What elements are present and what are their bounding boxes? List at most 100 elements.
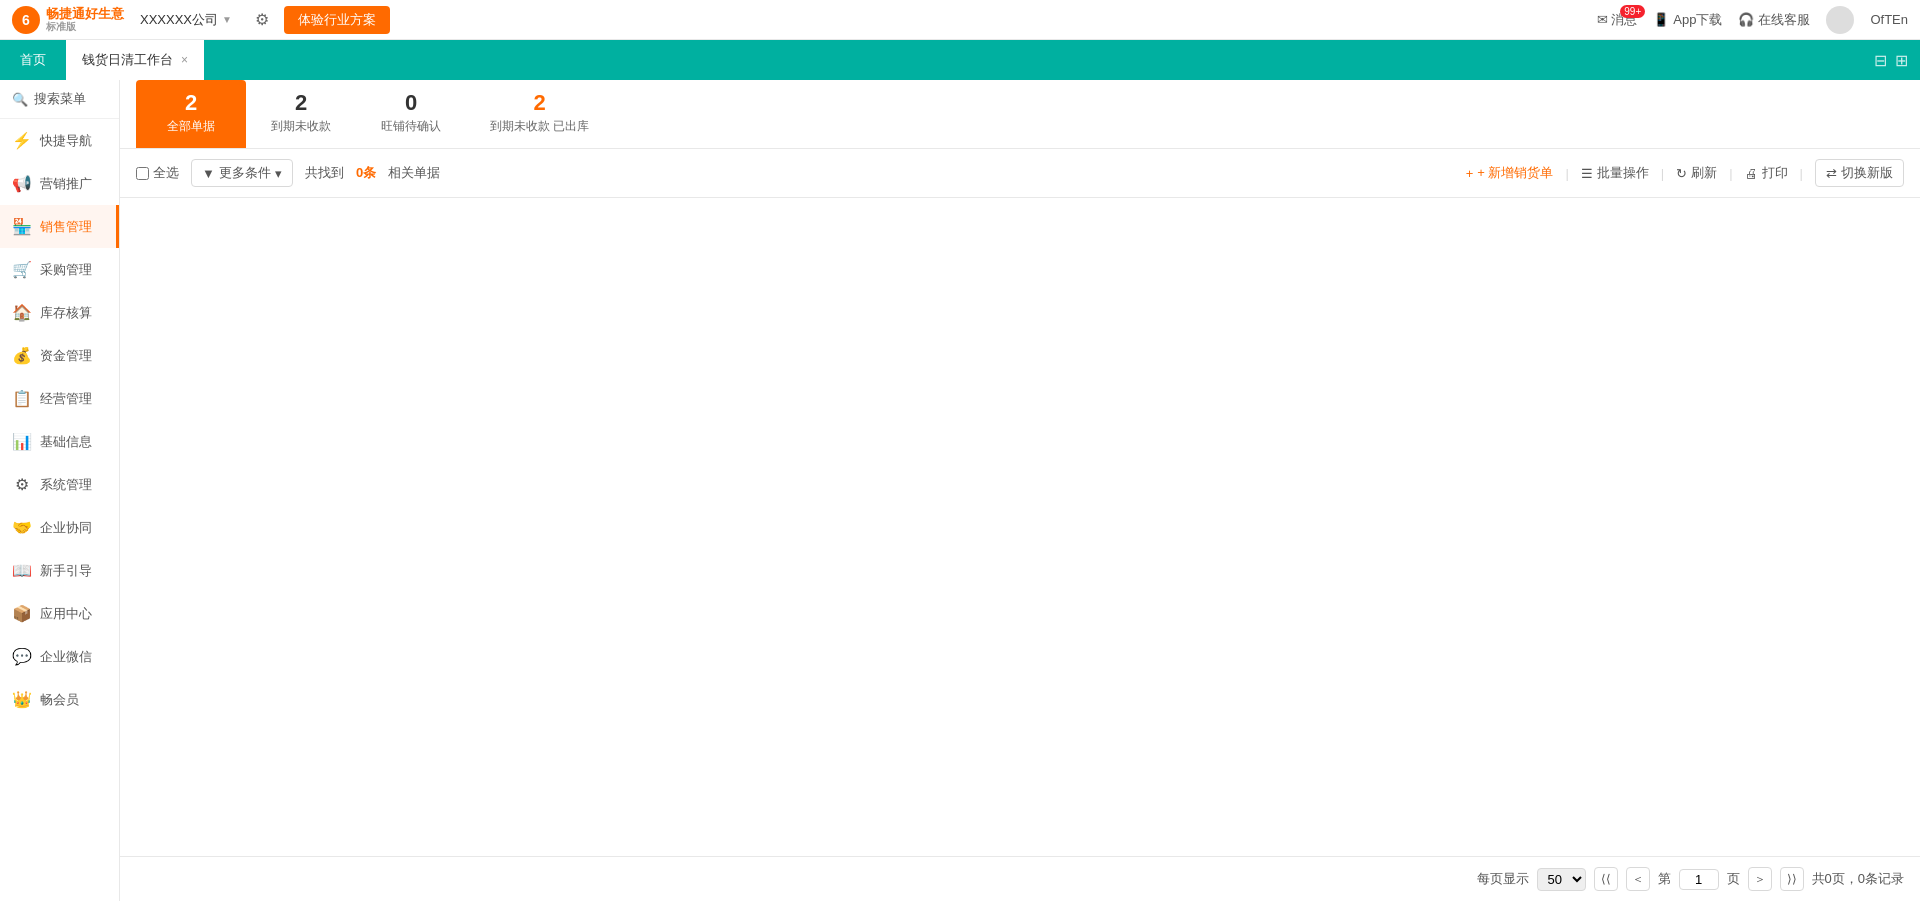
maximize-icon[interactable]: ⊞: [1895, 51, 1908, 70]
tab-home[interactable]: 首页: [0, 40, 66, 80]
company-selector[interactable]: XXXXXX公司 ▼: [132, 11, 240, 29]
sidebar-item-purchase[interactable]: 🛒 采购管理: [0, 248, 119, 291]
sidebar-item-basic-info[interactable]: 📊 基础信息: [0, 420, 119, 463]
sidebar-item-app-center[interactable]: 📦 应用中心: [0, 592, 119, 635]
filter-button[interactable]: ▼ 更多条件 ▾: [191, 159, 293, 187]
refresh-button[interactable]: ↻ 刷新: [1676, 164, 1717, 182]
summary-tab-shipped-count: 2: [534, 90, 546, 116]
summary-tab-shipped[interactable]: 2 到期未收款 已出库: [466, 80, 613, 148]
last-page-button[interactable]: ⟩⟩: [1780, 867, 1804, 891]
inventory-icon: 🏠: [12, 303, 32, 322]
sales-icon: 🏪: [12, 217, 32, 236]
summary-tab-overdue-label: 到期未收款: [271, 118, 331, 135]
prev-page-button[interactable]: ＜: [1626, 867, 1650, 891]
sidebar-item-label-system: 系统管理: [40, 476, 92, 494]
batch-op-button[interactable]: ☰ 批量操作: [1581, 164, 1649, 182]
settings-button[interactable]: ⚙: [248, 6, 276, 34]
sidebar-item-label-finance: 资金管理: [40, 347, 92, 365]
operations-icon: 📋: [12, 389, 32, 408]
message-icon: ✉: [1597, 12, 1608, 27]
new-sale-label: + 新增销货单: [1477, 164, 1553, 182]
sidebar-item-wechat[interactable]: 💬 企业微信: [0, 635, 119, 678]
sidebar-item-operations[interactable]: 📋 经营管理: [0, 377, 119, 420]
sidebar-item-sales[interactable]: 🏪 销售管理: [0, 205, 119, 248]
member-icon: 👑: [12, 690, 32, 709]
user-name[interactable]: OfTEn: [1870, 12, 1908, 27]
user-name-text: OfTEn: [1870, 12, 1908, 27]
message-button[interactable]: ✉ 消息 99+: [1597, 11, 1638, 29]
online-service-label: 在线客服: [1758, 11, 1810, 29]
sidebar-item-label-wechat: 企业微信: [40, 648, 92, 666]
filter-label: 更多条件: [219, 164, 271, 182]
first-page-button[interactable]: ⟨⟨: [1594, 867, 1618, 891]
found-suffix: 相关单据: [388, 164, 440, 182]
new-sale-button[interactable]: + + 新增销货单: [1466, 164, 1554, 182]
app-center-icon: 📦: [12, 604, 32, 623]
select-all-checkbox[interactable]: 全选: [136, 164, 179, 182]
next-page-button[interactable]: ＞: [1748, 867, 1772, 891]
switch-version-button[interactable]: ⇄ 切换新版: [1815, 159, 1904, 187]
select-all-input[interactable]: [136, 167, 149, 180]
separator-1: |: [1565, 166, 1568, 181]
found-count: 0条: [356, 164, 376, 182]
page-size-select[interactable]: 50: [1537, 868, 1586, 891]
separator-2: |: [1661, 166, 1664, 181]
page-input[interactable]: [1679, 869, 1719, 890]
sidebar-item-label-member: 畅会员: [40, 691, 79, 709]
app-download-label: App下载: [1673, 11, 1722, 29]
summary-tab-all-count: 2: [185, 90, 197, 116]
guide-icon: 📖: [12, 561, 32, 580]
quick-nav-icon: ⚡: [12, 131, 32, 150]
sidebar-search-label: 搜索菜单: [34, 90, 86, 108]
service-icon: 🎧: [1738, 12, 1754, 27]
minimize-icon[interactable]: ⊟: [1874, 51, 1887, 70]
toolbar-right: + + 新增销货单 | ☰ 批量操作 | ↻ 刷新 | 🖨 打印 |: [1466, 159, 1904, 187]
sidebar-item-label-basic-info: 基础信息: [40, 433, 92, 451]
sidebar-item-marketing[interactable]: 📢 营销推广: [0, 162, 119, 205]
batch-op-icon: ☰: [1581, 166, 1593, 181]
sidebar-item-enterprise[interactable]: 🤝 企业协同: [0, 506, 119, 549]
app-download-button[interactable]: 📱 App下载: [1653, 11, 1722, 29]
wechat-icon: 💬: [12, 647, 32, 666]
trial-button[interactable]: 体验行业方案: [284, 6, 390, 34]
select-all-label: 全选: [153, 164, 179, 182]
content-area: 2 全部单据 2 到期未收款 0 旺铺待确认 2 到期未收款 已出库 全选: [120, 80, 1920, 901]
online-service-button[interactable]: 🎧 在线客服: [1738, 11, 1810, 29]
filter-icon: ▼: [202, 166, 215, 181]
logo-area: 6 畅捷通好生意 标准版: [12, 6, 124, 34]
print-button[interactable]: 🖨 打印: [1745, 164, 1788, 182]
main-layout: 🔍 搜索菜单 ⚡ 快捷导航 📢 营销推广 🏪 销售管理 🛒 采购管理 🏠 库存核…: [0, 80, 1920, 901]
header-left: 6 畅捷通好生意 标准版 XXXXXX公司 ▼ ⚙ 体验行业方案: [12, 6, 390, 34]
summary-tab-overdue-count: 2: [295, 90, 307, 116]
sidebar-search[interactable]: 🔍 搜索菜单: [0, 80, 119, 119]
sidebar-item-system[interactable]: ⚙ 系统管理: [0, 463, 119, 506]
switch-version-label: 切换新版: [1841, 164, 1893, 182]
sidebar-item-guide[interactable]: 📖 新手引导: [0, 549, 119, 592]
print-icon: 🖨: [1745, 166, 1758, 181]
sidebar-item-quick-nav[interactable]: ⚡ 快捷导航: [0, 119, 119, 162]
chevron-down-icon: ▼: [222, 14, 232, 25]
summary-tab-all-label: 全部单据: [167, 118, 215, 135]
sidebar-item-label-purchase: 采购管理: [40, 261, 92, 279]
purchase-icon: 🛒: [12, 260, 32, 279]
finance-icon: 💰: [12, 346, 32, 365]
basic-info-icon: 📊: [12, 432, 32, 451]
page-size-label: 每页显示: [1477, 870, 1529, 888]
enterprise-icon: 🤝: [12, 518, 32, 537]
sidebar-item-inventory[interactable]: 🏠 库存核算: [0, 291, 119, 334]
found-prefix: 共找到: [305, 164, 344, 182]
tab-current[interactable]: 钱货日清工作台 ×: [66, 40, 204, 80]
summary-tabs: 2 全部单据 2 到期未收款 0 旺铺待确认 2 到期未收款 已出库: [120, 80, 1920, 149]
refresh-icon: ↻: [1676, 166, 1687, 181]
page-label: 第: [1658, 870, 1671, 888]
download-icon: 📱: [1653, 12, 1669, 27]
sidebar-item-member[interactable]: 👑 畅会员: [0, 678, 119, 721]
sidebar-item-finance[interactable]: 💰 资金管理: [0, 334, 119, 377]
avatar[interactable]: [1826, 6, 1854, 34]
tab-close-icon[interactable]: ×: [181, 53, 188, 67]
summary-tab-all[interactable]: 2 全部单据: [136, 80, 246, 148]
tab-current-label: 钱货日清工作台: [82, 51, 173, 69]
summary-tab-overdue[interactable]: 2 到期未收款: [246, 80, 356, 148]
summary-tab-wangpu[interactable]: 0 旺铺待确认: [356, 80, 466, 148]
summary-tab-wangpu-label: 旺铺待确认: [381, 118, 441, 135]
